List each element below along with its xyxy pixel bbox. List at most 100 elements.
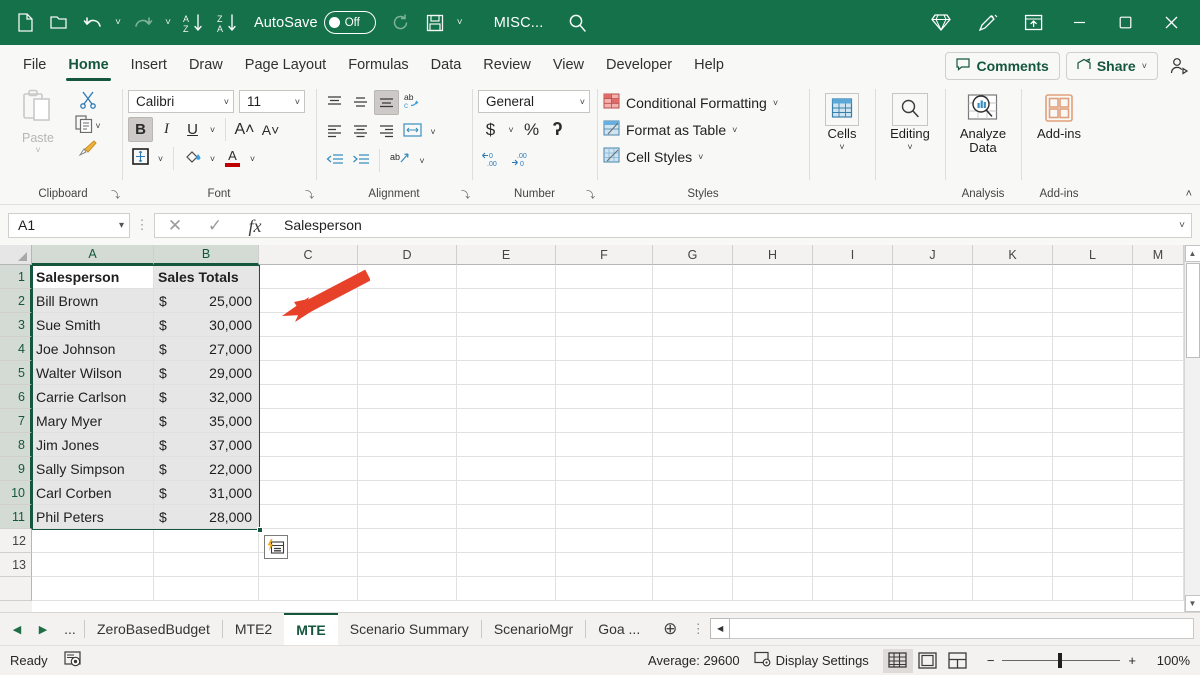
cell-b8[interactable]: $ 37,000 <box>154 433 259 457</box>
quick-analysis-button[interactable] <box>264 535 288 559</box>
orientation-button[interactable]: abc <box>400 90 425 115</box>
paste-caret[interactable]: ˅ <box>35 145 40 155</box>
cell-a13[interactable] <box>32 553 154 577</box>
cell-a4[interactable]: Joe Johnson <box>32 337 154 361</box>
customize-quick-access-caret[interactable]: ˅ <box>452 7 468 39</box>
cell-g11[interactable] <box>653 505 733 529</box>
horizontal-scrollbar[interactable]: ◀ <box>708 613 1200 645</box>
cell-f3[interactable] <box>556 313 653 337</box>
cell-a8[interactable]: Jim Jones <box>32 433 154 457</box>
cell-b11[interactable]: $ 28,000 <box>154 505 259 529</box>
cell-f5[interactable] <box>556 361 653 385</box>
paste-button[interactable]: Paste ˅ <box>10 87 66 184</box>
cell-m6[interactable] <box>1133 385 1184 409</box>
cell-l12[interactable] <box>1053 529 1133 553</box>
cell-c3[interactable] <box>259 313 358 337</box>
sheet-tab-scenario-summary[interactable]: Scenario Summary <box>338 613 481 645</box>
add-sheet-button[interactable]: ⊕ <box>652 613 688 645</box>
cell-d9[interactable] <box>358 457 457 481</box>
zoom-slider[interactable]: − + <box>987 653 1136 668</box>
align-right-button[interactable] <box>374 119 399 144</box>
cell-g1[interactable] <box>653 265 733 289</box>
cells-button[interactable]: Cells ˅ <box>815 87 869 184</box>
cell-m2[interactable] <box>1133 289 1184 313</box>
share-person-icon[interactable] <box>1164 57 1194 75</box>
row-header-13[interactable]: 13 <box>0 553 32 577</box>
share-caret[interactable]: ˅ <box>1142 61 1147 71</box>
cell-d12[interactable] <box>358 529 457 553</box>
cell-g4[interactable] <box>653 337 733 361</box>
column-header-g[interactable]: G <box>653 245 733 265</box>
cell-i14[interactable] <box>813 577 893 601</box>
insert-function-button[interactable]: fx <box>235 214 275 239</box>
cell-k7[interactable] <box>973 409 1053 433</box>
zoom-out-button[interactable]: − <box>987 653 995 668</box>
merge-caret[interactable]: ˅ <box>415 156 429 166</box>
cut-button[interactable] <box>79 91 97 112</box>
maximize-button[interactable] <box>1102 0 1148 45</box>
cell-m1[interactable] <box>1133 265 1184 289</box>
underline-caret[interactable]: ˅ <box>206 125 219 135</box>
cell-l7[interactable] <box>1053 409 1133 433</box>
zoom-track[interactable] <box>1002 660 1120 661</box>
column-header-h[interactable]: H <box>733 245 813 265</box>
cell-i11[interactable] <box>813 505 893 529</box>
cell-e11[interactable] <box>457 505 556 529</box>
cell-a12[interactable] <box>32 529 154 553</box>
row-header-9[interactable]: 9 <box>0 457 32 481</box>
new-file-icon[interactable] <box>8 7 42 39</box>
cell-a7[interactable]: Mary Myer <box>32 409 154 433</box>
cell-m13[interactable] <box>1133 553 1184 577</box>
hscroll-track[interactable] <box>730 618 1194 639</box>
cell-d6[interactable] <box>358 385 457 409</box>
zoom-thumb[interactable] <box>1058 653 1062 668</box>
italic-button[interactable]: I <box>154 117 179 142</box>
redo-dropdown-caret[interactable]: ˅ <box>160 7 176 39</box>
cell-f10[interactable] <box>556 481 653 505</box>
cell-e5[interactable] <box>457 361 556 385</box>
zoom-level[interactable]: 100% <box>1150 653 1190 668</box>
cell-m9[interactable] <box>1133 457 1184 481</box>
ribbon-tab-review[interactable]: Review <box>472 49 542 83</box>
column-header-m[interactable]: M <box>1133 245 1184 265</box>
autosave-toggle[interactable]: Off <box>324 11 376 34</box>
cell-h2[interactable] <box>733 289 813 313</box>
diamond-icon[interactable] <box>918 0 964 45</box>
row-header-14[interactable] <box>0 577 32 601</box>
cell-i13[interactable] <box>813 553 893 577</box>
ribbon-tab-view[interactable]: View <box>542 49 595 83</box>
cell-j11[interactable] <box>893 505 973 529</box>
previous-sheet-button[interactable]: ◀ <box>4 613 30 645</box>
cell-k6[interactable] <box>973 385 1053 409</box>
cell-a11[interactable]: Phil Peters <box>32 505 154 529</box>
cell-d5[interactable] <box>358 361 457 385</box>
cell-e14[interactable] <box>457 577 556 601</box>
cell-b2[interactable]: $ 25,000 <box>154 289 259 313</box>
align-middle-button[interactable] <box>348 90 373 115</box>
cell-h1[interactable] <box>733 265 813 289</box>
cell-styles-caret[interactable]: ˅ <box>698 152 703 162</box>
cell-f9[interactable] <box>556 457 653 481</box>
editing-caret[interactable]: ˅ <box>907 142 912 152</box>
cell-d4[interactable] <box>358 337 457 361</box>
align-bottom-button[interactable] <box>374 90 399 115</box>
format-as-table-caret[interactable]: ˅ <box>732 125 737 135</box>
cell-l8[interactable] <box>1053 433 1133 457</box>
cell-i9[interactable] <box>813 457 893 481</box>
cell-a10[interactable]: Carl Corben <box>32 481 154 505</box>
alignment-dialog-launcher[interactable]: ⤵ <box>461 188 470 201</box>
font-color-button[interactable]: A <box>220 146 245 171</box>
column-header-b[interactable]: B <box>154 245 259 265</box>
cell-b13[interactable] <box>154 553 259 577</box>
number-dialog-launcher[interactable]: ⤵ <box>586 188 595 201</box>
cell-e6[interactable] <box>457 385 556 409</box>
cell-l3[interactable] <box>1053 313 1133 337</box>
cell-d10[interactable] <box>358 481 457 505</box>
cell-k2[interactable] <box>973 289 1053 313</box>
ribbon-tab-home[interactable]: Home <box>57 49 119 83</box>
open-folder-icon[interactable] <box>42 7 76 39</box>
accounting-format-button[interactable]: $ <box>478 117 503 142</box>
page-layout-view-button[interactable] <box>913 649 943 673</box>
cell-h12[interactable] <box>733 529 813 553</box>
cell-l13[interactable] <box>1053 553 1133 577</box>
